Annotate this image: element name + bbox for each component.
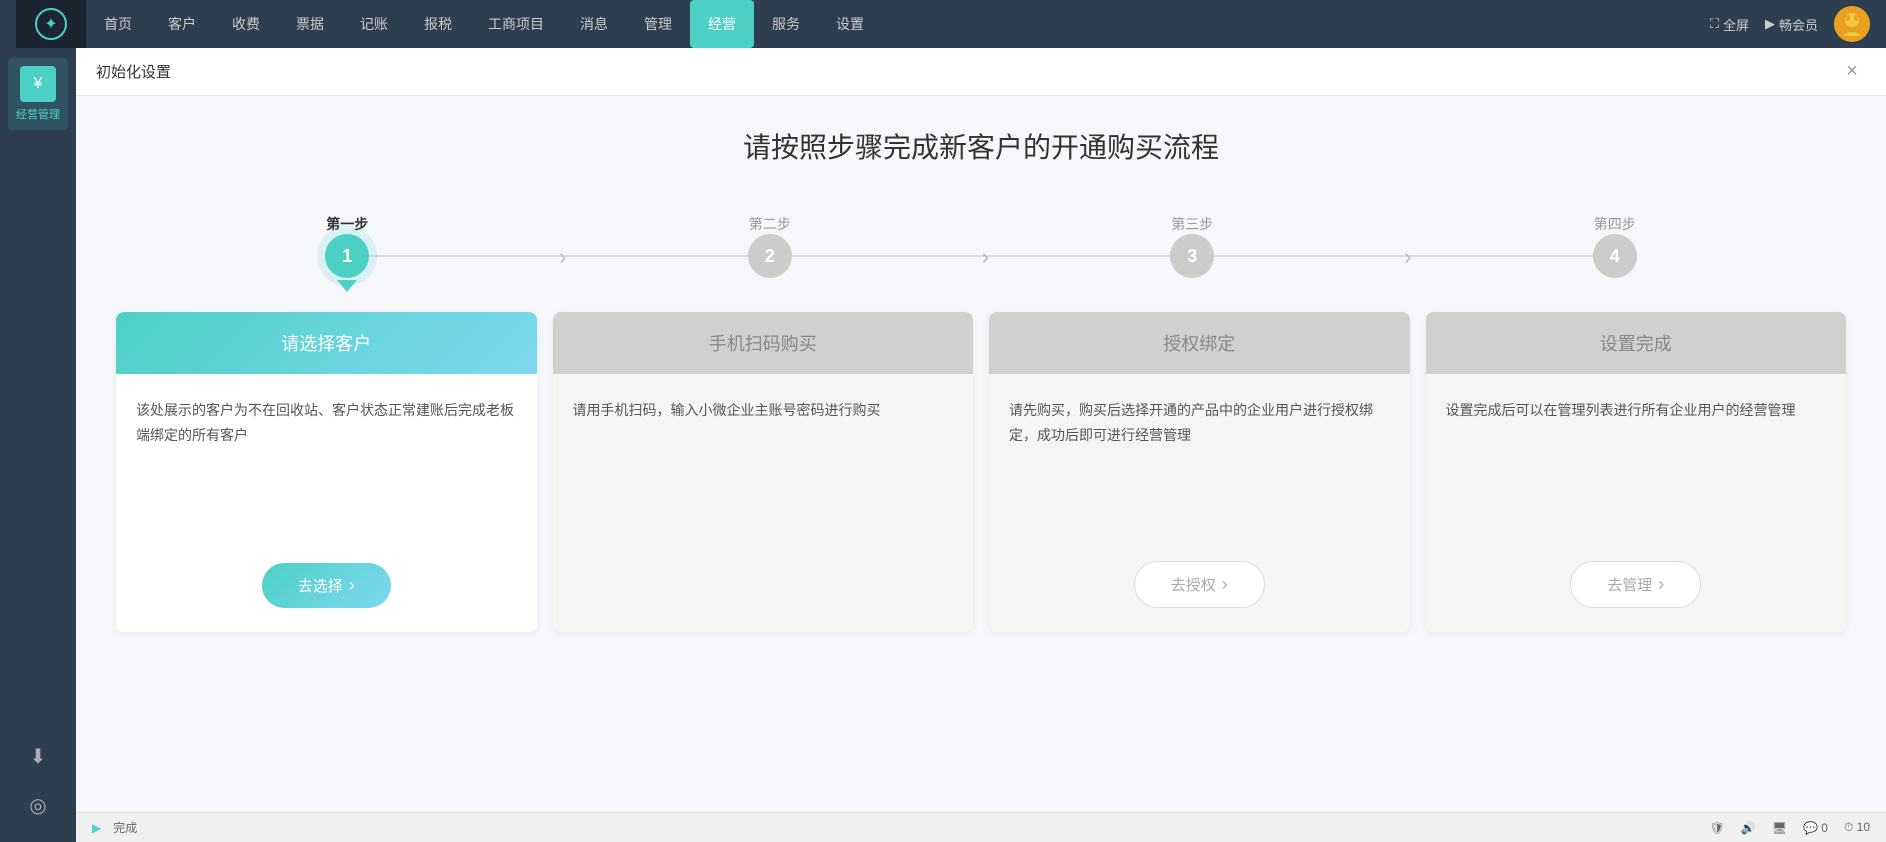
step-card-4: 设置完成 设置完成后可以在管理列表进行所有企业用户的经营管理 去管理 ›	[1426, 312, 1847, 632]
play-icon: ▶	[1765, 16, 1775, 32]
step-card-2: 手机扫码购买 请用手机扫码，输入小微企业主账号密码进行购买	[553, 312, 974, 632]
nav-message[interactable]: 消息	[562, 0, 626, 48]
go-select-label: 去选择	[298, 575, 343, 596]
step-1-header: 第一步 1	[136, 206, 559, 292]
nav-operation[interactable]: 经营	[690, 0, 754, 48]
main-content: 初始化设置 × 请按照步骤完成新客户的开通购买流程 第一步 1	[76, 48, 1886, 842]
go-select-icon: ›	[349, 575, 355, 596]
nav-charge[interactable]: 收费	[214, 0, 278, 48]
nav-business[interactable]: 工商项目	[470, 0, 562, 48]
step-3-circle: 3	[1170, 234, 1214, 278]
step-1-arrow	[337, 280, 357, 292]
status-bar: ▶ 完成 🛡 🔊 🖥 💬 0 ⏱ 10	[76, 812, 1886, 842]
status-screen-icon: 🖥	[1772, 821, 1787, 835]
close-button[interactable]: ×	[1838, 58, 1866, 86]
step-4-label: 第四步	[1594, 214, 1636, 234]
step-1-label: 第一步	[326, 214, 368, 234]
main-layout: ¥ 经营管理 ⬇ ◎ 初始化设置 × 请按照步骤完成新客户的开通购买流程	[0, 48, 1886, 842]
fullscreen-button[interactable]: ⛶ 全屏	[1710, 15, 1749, 34]
go-manage-label: 去管理	[1607, 574, 1652, 595]
card-1-footer: 去选择 ›	[116, 547, 537, 632]
status-message-icon: 💬 0	[1803, 821, 1828, 835]
logo-icon: ✦	[35, 8, 67, 40]
step-3-header: 第三步 3	[981, 206, 1404, 292]
fullscreen-icon: ⛶	[1710, 16, 1719, 32]
card-3-body: 请先购买，购买后选择开通的产品中的企业用户进行授权绑定，成功后即可进行经营管理	[989, 374, 1410, 545]
step-2-circle: 2	[748, 234, 792, 278]
main-title: 请按照步骤完成新客户的开通购买流程	[116, 126, 1846, 166]
step-1-circle: 1	[325, 234, 369, 278]
vip-label: 畅会员	[1779, 15, 1818, 34]
status-time-icon: ⏱ 10	[1844, 820, 1870, 835]
nav-settings[interactable]: 设置	[818, 0, 882, 48]
status-volume-icon: 🔊	[1741, 821, 1756, 835]
go-authorize-button[interactable]: 去授权 ›	[1134, 561, 1265, 608]
status-security-icon: 🛡	[1710, 821, 1725, 835]
download-icon: ⬇	[30, 744, 47, 769]
steps-container: 请按照步骤完成新客户的开通购买流程 第一步 1 第二步	[76, 96, 1886, 812]
go-authorize-label: 去授权	[1171, 574, 1216, 595]
nav-customer[interactable]: 客户	[150, 0, 214, 48]
card-2-footer	[553, 592, 974, 632]
card-1-body: 该处展示的客户为不在回收站、客户状态正常建账后完成老板端绑定的所有客户	[116, 374, 537, 547]
play-status-icon: ▶	[92, 821, 101, 835]
nav-manage[interactable]: 管理	[626, 0, 690, 48]
card-2-body: 请用手机扫码，输入小微企业主账号密码进行购买	[553, 374, 974, 592]
card-4-header: 设置完成	[1426, 312, 1847, 374]
step-2-label: 第二步	[749, 214, 791, 234]
step-4-circle: 4	[1593, 234, 1637, 278]
fullscreen-label: 全屏	[1723, 15, 1749, 34]
card-3-header: 授权绑定	[989, 312, 1410, 374]
nav-tax[interactable]: 报税	[406, 0, 470, 48]
sidebar-support[interactable]: ◎	[8, 785, 68, 826]
step-3-label: 第三步	[1171, 214, 1213, 234]
step-card-1: 请选择客户 该处展示的客户为不在回收站、客户状态正常建账后完成老板端绑定的所有客…	[116, 312, 537, 632]
support-icon: ◎	[29, 793, 46, 818]
nav-items: 首页 客户 收费 票据 记账 报税 工商项目 消息 管理 经营 服务 设置	[86, 0, 1710, 48]
sidebar-bottom: ⬇ ◎	[8, 736, 68, 842]
sidebar: ¥ 经营管理 ⬇ ◎	[0, 48, 76, 842]
step-2-header: 第二步 2	[559, 206, 982, 292]
cards-row: 请选择客户 该处展示的客户为不在回收站、客户状态正常建账后完成老板端绑定的所有客…	[116, 312, 1846, 632]
sidebar-download[interactable]: ⬇	[8, 736, 68, 777]
top-navigation: ✦ 首页 客户 收费 票据 记账 报税 工商项目 消息 管理 经营 服务 设置 …	[0, 0, 1886, 48]
card-2-header: 手机扫码购买	[553, 312, 974, 374]
status-right: 🛡 🔊 🖥 💬 0 ⏱ 10	[1710, 820, 1870, 835]
nav-right: ⛶ 全屏 ▶ 畅会员	[1710, 6, 1870, 42]
go-authorize-icon: ›	[1222, 574, 1228, 595]
user-avatar[interactable]	[1834, 6, 1870, 42]
sidebar-item-operation[interactable]: ¥ 经营管理	[8, 58, 68, 130]
sidebar-item-label: 经营管理	[16, 106, 60, 122]
nav-home[interactable]: 首页	[86, 0, 150, 48]
nav-service[interactable]: 服务	[754, 0, 818, 48]
steps-header: 第一步 1 第二步 2	[116, 206, 1846, 292]
step-card-3: 授权绑定 请先购买，购买后选择开通的产品中的企业用户进行授权绑定，成功后即可进行…	[989, 312, 1410, 632]
status-text: 完成	[113, 819, 137, 836]
nav-accounting[interactable]: 记账	[342, 0, 406, 48]
page-title: 初始化设置	[96, 61, 171, 82]
step-4-header: 第四步 4	[1404, 206, 1827, 292]
go-manage-button[interactable]: 去管理 ›	[1570, 561, 1701, 608]
go-manage-icon: ›	[1658, 574, 1664, 595]
yuan-icon: ¥	[20, 66, 56, 102]
page-header: 初始化设置 ×	[76, 48, 1886, 96]
card-4-body: 设置完成后可以在管理列表进行所有企业用户的经营管理	[1426, 374, 1847, 545]
nav-bills[interactable]: 票据	[278, 0, 342, 48]
go-select-button[interactable]: 去选择 ›	[262, 563, 391, 608]
card-1-header: 请选择客户	[116, 312, 537, 374]
card-4-footer: 去管理 ›	[1426, 545, 1847, 632]
nav-logo: ✦	[16, 0, 86, 48]
card-3-footer: 去授权 ›	[989, 545, 1410, 632]
vip-button[interactable]: ▶ 畅会员	[1765, 15, 1818, 34]
